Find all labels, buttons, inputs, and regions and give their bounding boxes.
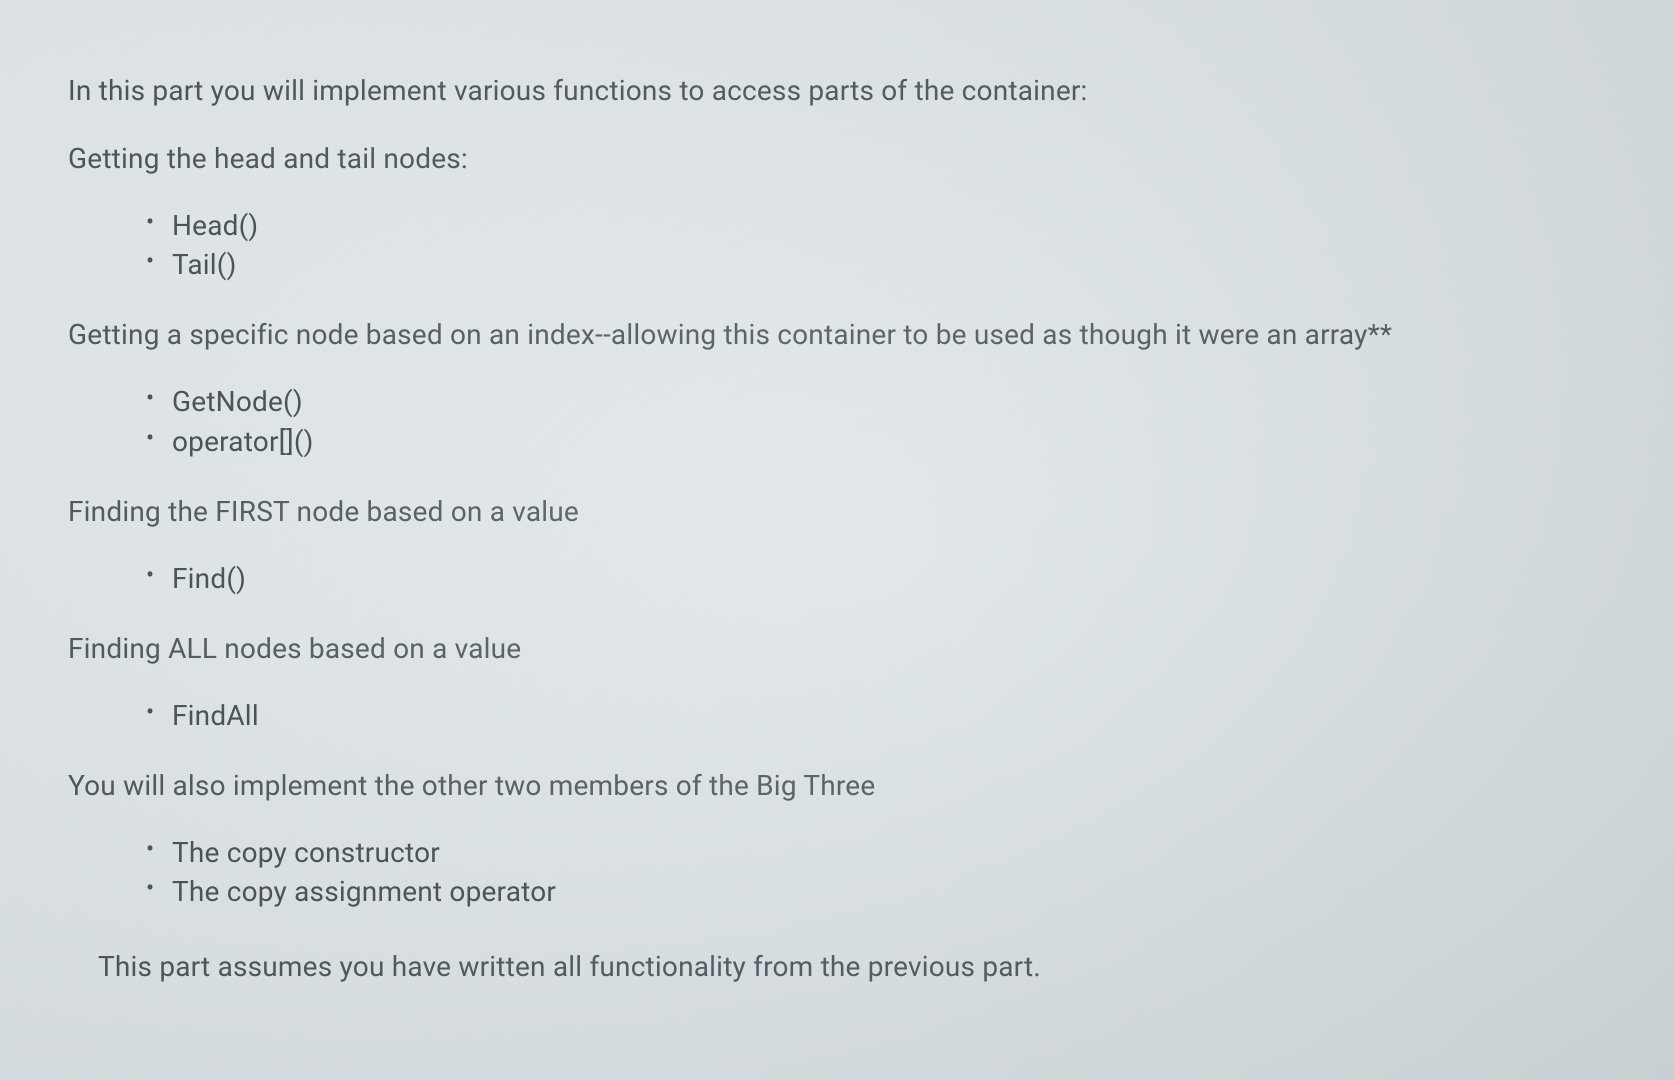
intro-paragraph: In this part you will implement various … bbox=[68, 70, 1614, 112]
list-item: GetNode() bbox=[146, 382, 1614, 421]
list-find-all: FindAll bbox=[146, 696, 1614, 735]
list-big-three: The copy constructor The copy assignment… bbox=[146, 833, 1614, 911]
list-item: Tail() bbox=[146, 245, 1614, 284]
list-item: FindAll bbox=[146, 696, 1614, 735]
section-heading-find-all: Finding ALL nodes based on a value bbox=[68, 628, 1614, 670]
section-heading-big-three: You will also implement the other two me… bbox=[68, 765, 1614, 807]
list-find-first: Find() bbox=[146, 559, 1614, 598]
section-heading-index: Getting a specific node based on an inde… bbox=[68, 314, 1614, 356]
list-index: GetNode() operator[]() bbox=[146, 382, 1614, 460]
list-item: operator[]() bbox=[146, 422, 1614, 461]
list-item: Find() bbox=[146, 559, 1614, 598]
section-heading-find-first: Finding the FIRST node based on a value bbox=[68, 491, 1614, 533]
closing-paragraph: This part assumes you have written all f… bbox=[98, 946, 1614, 988]
section-heading-head-tail: Getting the head and tail nodes: bbox=[68, 138, 1614, 180]
list-head-tail: Head() Tail() bbox=[146, 206, 1614, 284]
list-item: The copy assignment operator bbox=[146, 872, 1614, 911]
list-item: The copy constructor bbox=[146, 833, 1614, 872]
list-item: Head() bbox=[146, 206, 1614, 245]
